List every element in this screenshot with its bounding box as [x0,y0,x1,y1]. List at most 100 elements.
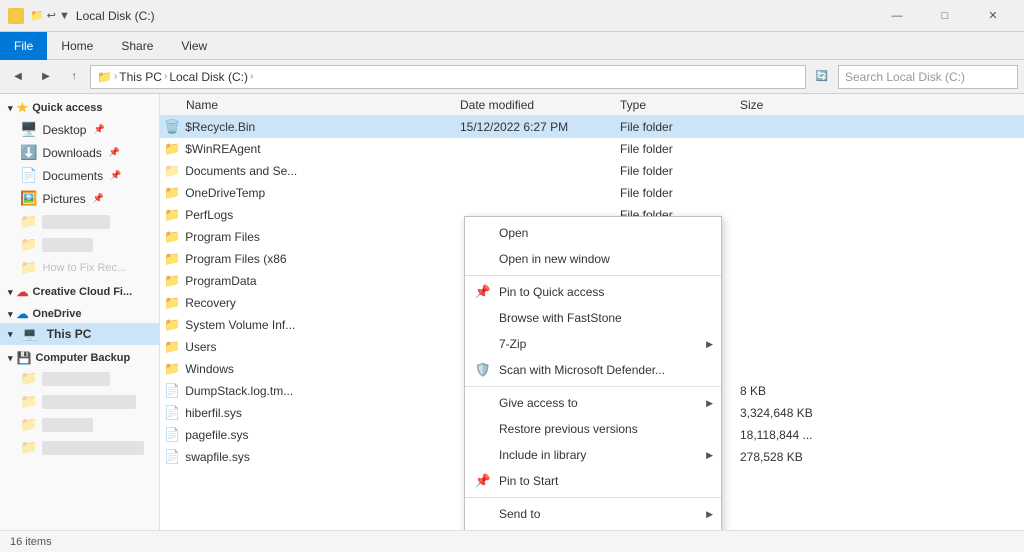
ctx-include-library[interactable]: Include in library ▶ [465,442,721,468]
tab-view[interactable]: View [167,32,221,60]
forward-button[interactable]: ▶ [34,65,58,89]
folder-icon-recovery: 📁 [164,295,180,311]
sidebar-section-backup[interactable]: ▾ 💾 Computer Backup [0,345,159,367]
ctx-browse-faststone[interactable]: Browse with FastStone [465,305,721,331]
sidebar-item-this-pc[interactable]: ▾ 💻 This PC [0,323,159,345]
folder-icon-users: 📁 [164,339,180,355]
sidebar-item-desktop[interactable]: 🖥️ Desktop 📌 [0,118,159,141]
file-date-cell: 15/12/2022 6:27 PM [460,120,620,134]
ctx-access-arrow: ▶ [706,398,713,409]
sidebar-item-documents[interactable]: 📄 Documents 📌 [0,164,159,187]
ctx-faststone-label: Browse with FastStone [499,311,705,325]
backup-folder-1: 📁 [20,370,37,387]
sidebar-item-backup-4[interactable]: 📁 ████████████ [0,436,159,459]
ctx-open-new-window[interactable]: Open in new window [465,246,721,272]
restore-icon [475,421,491,437]
sidebar-section-creative[interactable]: ▾ ☁ Creative Cloud Fi... [0,279,159,301]
folder-icon-pfx86: 📁 [164,251,180,267]
ctx-library-label: Include in library [499,448,705,462]
file-icon-swapfile: 📄 [164,449,180,465]
breadcrumb-drive: Local Disk (C:) [169,70,248,84]
pics-folder-icon: 🖼️ [20,190,37,207]
folder-icon-windows: 📁 [164,361,180,377]
file-name-cell: 📁 PerfLogs [160,207,460,223]
status-bar: 16 items [0,530,1024,552]
ctx-open[interactable]: Open [465,220,721,246]
sidebar-item-blur3[interactable]: 📁 How to Fix Rec... [0,256,159,279]
col-header-type[interactable]: Type [620,98,740,112]
ctx-sep-2 [465,386,721,387]
search-placeholder: Search Local Disk (C:) [845,70,965,84]
ctx-pin-start[interactable]: 📌 Pin to Start [465,468,721,494]
folder-icon-pf: 📁 [164,229,180,245]
ctx-7zip[interactable]: 7-Zip ▶ [465,331,721,357]
pin-start-icon: 📌 [475,473,491,489]
ctx-give-access[interactable]: Give access to ▶ [465,390,721,416]
faststone-icon [475,310,491,326]
table-row[interactable]: 📁 Documents and Se... File folder [160,160,1024,182]
desktop-folder-icon: 🖥️ [20,121,37,138]
file-name-cell: 📁 Windows [160,361,460,377]
file-list-header: Name Date modified Type Size [160,94,1024,116]
ctx-sep-3 [465,497,721,498]
sidebar-item-downloads[interactable]: ⬇️ Downloads 📌 [0,141,159,164]
file-name-cell: 📄 hiberfil.sys [160,405,460,421]
folder-icon-b1: 📁 [20,213,37,230]
tab-share[interactable]: Share [107,32,167,60]
docs-folder-icon: 📄 [20,167,37,184]
tab-file[interactable]: File [0,32,47,60]
ctx-send-to[interactable]: Send to ▶ [465,501,721,527]
pin-icon: 📌 [475,284,491,300]
ctx-sep-1 [465,275,721,276]
sidebar-item-backup-2[interactable]: 📁 ███████████ [0,390,159,413]
backup-label: Computer Backup [35,352,130,364]
table-row[interactable]: 📁 $WinREAgent File folder [160,138,1024,160]
sidebar-section-quick-access[interactable]: ▾ ★ Quick access [0,94,159,118]
backup-folder-4: 📁 [20,439,37,456]
quick-access-label: Quick access [32,102,102,114]
maximize-button[interactable]: □ [922,0,968,32]
app-icon [8,8,24,24]
ctx-defender[interactable]: 🛡️ Scan with Microsoft Defender... [465,357,721,383]
ctx-pin-label: Pin to Quick access [499,285,705,299]
open-icon [475,225,491,241]
table-row[interactable]: 🗑️ $Recycle.Bin 15/12/2022 6:27 PM File … [160,116,1024,138]
file-icon-pagefile: 📄 [164,427,180,443]
col-header-size[interactable]: Size [740,98,840,112]
minimize-button[interactable]: — [874,0,920,32]
folder-icon-b3: 📁 [20,259,37,276]
back-button[interactable]: ◀ [6,65,30,89]
address-box[interactable]: 📁 › This PC › Local Disk (C:) › [90,65,806,89]
ctx-send-label: Send to [499,507,705,521]
close-button[interactable]: ✕ [970,0,1016,32]
sidebar-item-pictures[interactable]: 🖼️ Pictures 📌 [0,187,159,210]
ctx-restore-prev[interactable]: Restore previous versions [465,416,721,442]
address-bar-row: ◀ ▶ ↑ 📁 › This PC › Local Disk (C:) › 🔄 … [0,60,1024,94]
context-menu: Open Open in new window 📌 Pin to Quick a… [464,216,722,530]
folder-icon-perflogs: 📁 [164,207,180,223]
file-name-cell: 📁 ProgramData [160,273,460,289]
tab-home[interactable]: Home [47,32,107,60]
sidebar-section-onedrive[interactable]: ▾ ☁ OneDrive [0,301,159,323]
up-button[interactable]: ↑ [62,65,86,89]
search-box[interactable]: Search Local Disk (C:) [838,65,1018,89]
col-header-name[interactable]: Name [160,98,460,112]
backup-folder-2: 📁 [20,393,37,410]
pin-icon: 📌 [93,124,104,135]
sidebar-item-blur2[interactable]: 📁 ██████ [0,233,159,256]
file-name-cell: 🗑️ $Recycle.Bin [160,119,460,135]
folder-icon-docs: 📁 [164,163,180,179]
defender-icon: 🛡️ [475,362,491,378]
table-row[interactable]: 📁 OneDriveTemp File folder [160,182,1024,204]
refresh-button[interactable]: 🔄 [810,65,834,89]
sidebar-item-blur1[interactable]: 📁 ████████ [0,210,159,233]
folder-icon-b2: 📁 [20,236,37,253]
file-icon-dumpstack: 📄 [164,383,180,399]
ctx-pin-quick[interactable]: 📌 Pin to Quick access [465,279,721,305]
sidebar-item-backup-3[interactable]: 📁 ██████ [0,413,159,436]
col-header-date[interactable]: Date modified [460,98,620,112]
sidebar: ▾ ★ Quick access 🖥️ Desktop 📌 ⬇️ Downloa… [0,94,160,530]
file-type-cell: File folder [620,120,740,134]
sidebar-item-backup-1[interactable]: 📁 ████████ [0,367,159,390]
onedrive-label: OneDrive [33,308,82,320]
